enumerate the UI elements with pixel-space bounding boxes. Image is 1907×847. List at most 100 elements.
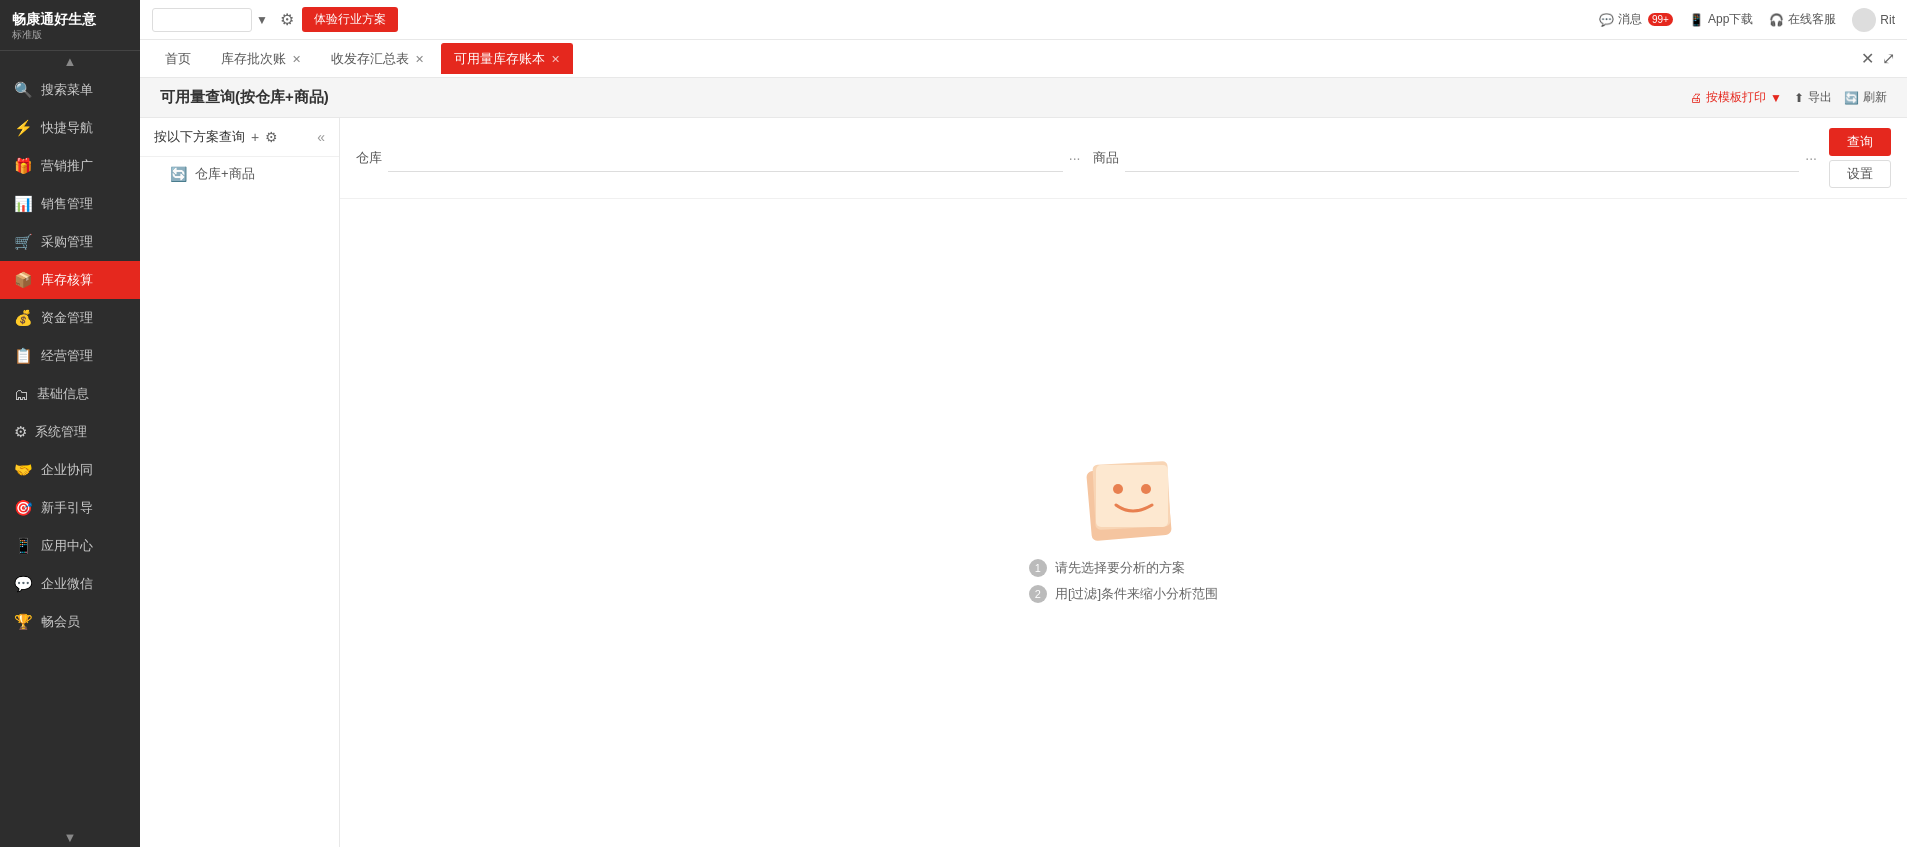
content-area: 按以下方案查询 + ⚙ « 🔄 仓库+商品 仓库 ··· 商品 [140, 118, 1907, 847]
purchase-icon: 🛒 [14, 233, 33, 251]
svg-point-3 [1113, 484, 1123, 494]
print-label: 按模板打印 [1706, 89, 1766, 106]
print-template-btn[interactable]: 🖨 按模板打印 ▼ [1690, 89, 1782, 106]
warehouse-goods-icon: 🔄 [170, 166, 187, 182]
sidebar-label-finance: 资金管理 [41, 309, 93, 327]
tab-batch-account-close[interactable]: ✕ [292, 53, 301, 66]
avatar [1852, 8, 1876, 32]
tab-batch-account[interactable]: 库存批次账 ✕ [208, 43, 314, 74]
tabs-bar: 首页 库存批次账 ✕ 收发存汇总表 ✕ 可用量库存账本 ✕ ✕ ⤢ [140, 40, 1907, 78]
query-button[interactable]: 查询 [1829, 128, 1891, 156]
topbar-app-download[interactable]: 📱 App下载 [1689, 11, 1753, 28]
warehouse-input[interactable] [388, 144, 1063, 172]
guide-icon: 🎯 [14, 499, 33, 517]
empty-tip-1: 1 请先选择要分析的方案 [1029, 559, 1218, 577]
topbar-gear-icon[interactable]: ⚙ [280, 10, 294, 29]
filter-bar: 仓库 ··· 商品 ··· 查询 设置 [340, 118, 1907, 199]
finance-icon: 💰 [14, 309, 33, 327]
inventory-icon: 📦 [14, 271, 33, 289]
marketing-icon: 🎁 [14, 157, 33, 175]
app-download-label: App下载 [1708, 11, 1753, 28]
topbar-notification[interactable]: 💬 消息 99+ [1599, 11, 1673, 28]
refresh-btn[interactable]: 🔄 刷新 [1844, 89, 1887, 106]
empty-tips: 1 请先选择要分析的方案 2 用[过滤]条件来缩小分析范围 [1029, 559, 1218, 603]
vip-icon: 🏆 [14, 613, 33, 631]
goods-filter-field: 商品 ··· [1093, 144, 1818, 172]
warehouse-filter-field: 仓库 ··· [356, 144, 1081, 172]
search-icon: 🔍 [14, 81, 33, 99]
sidebar-label-basic: 基础信息 [37, 385, 89, 403]
sidebar-label-quick-nav: 快捷导航 [41, 119, 93, 137]
online-service-label: 在线客服 [1788, 11, 1836, 28]
print-dropdown-icon[interactable]: ▼ [1770, 91, 1782, 105]
filter-header-label: 按以下方案查询 [154, 128, 245, 146]
sidebar-scroll-up[interactable]: ▲ [0, 51, 140, 71]
tab-close-all-icon[interactable]: ✕ [1861, 49, 1874, 68]
sidebar-label-inventory: 库存核算 [41, 271, 93, 289]
page-title: 可用量查询(按仓库+商品) [160, 88, 329, 107]
topbar-dropdown-icon[interactable]: ▼ [256, 13, 268, 27]
sidebar-label-wechat: 企业微信 [41, 575, 93, 593]
sidebar-item-operation[interactable]: 📋 经营管理 [0, 337, 140, 375]
sidebar-item-app-center[interactable]: 📱 应用中心 [0, 527, 140, 565]
sidebar-item-guide[interactable]: 🎯 新手引导 [0, 489, 140, 527]
sidebar-item-wechat[interactable]: 💬 企业微信 [0, 565, 140, 603]
tab-receivable-summary[interactable]: 收发存汇总表 ✕ [318, 43, 437, 74]
tab-receivable-summary-close[interactable]: ✕ [415, 53, 424, 66]
tab-home[interactable]: 首页 [152, 43, 204, 74]
sidebar-item-purchase[interactable]: 🛒 采购管理 [0, 223, 140, 261]
sidebar-item-sales[interactable]: 📊 销售管理 [0, 185, 140, 223]
refresh-label: 刷新 [1863, 89, 1887, 106]
settings-button[interactable]: 设置 [1829, 160, 1891, 188]
user-name: Rit [1880, 13, 1895, 27]
tab-available-ledger-close[interactable]: ✕ [551, 53, 560, 66]
sidebar-item-inventory[interactable]: 📦 库存核算 [0, 261, 140, 299]
goods-more-icon[interactable]: ··· [1805, 150, 1817, 166]
filter-add-icon[interactable]: + [251, 129, 259, 145]
sidebar-label-marketing: 营销推广 [41, 157, 93, 175]
sidebar-label-search: 搜索菜单 [41, 81, 93, 99]
notification-label: 消息 [1618, 11, 1642, 28]
tab-available-ledger-label: 可用量库存账本 [454, 50, 545, 68]
page-header-right: 🖨 按模板打印 ▼ ⬆ 导出 🔄 刷新 [1690, 89, 1887, 106]
trial-button[interactable]: 体验行业方案 [302, 7, 398, 32]
topbar-search: ▼ [152, 8, 268, 32]
filter-settings-icon[interactable]: ⚙ [265, 129, 278, 145]
online-service-icon: 🎧 [1769, 13, 1784, 27]
export-label: 导出 [1808, 89, 1832, 106]
filter-item-warehouse-goods[interactable]: 🔄 仓库+商品 [140, 157, 339, 191]
enterprise-icon: 🤝 [14, 461, 33, 479]
quick-nav-icon: ⚡ [14, 119, 33, 137]
app-download-icon: 📱 [1689, 13, 1704, 27]
sidebar-item-basic[interactable]: 🗂 基础信息 [0, 375, 140, 413]
filter-collapse-icon[interactable]: « [317, 129, 325, 145]
sidebar-item-search[interactable]: 🔍 搜索菜单 [0, 71, 140, 109]
right-main: 仓库 ··· 商品 ··· 查询 设置 [340, 118, 1907, 847]
topbar-online-service[interactable]: 🎧 在线客服 [1769, 11, 1836, 28]
topbar-search-input[interactable] [152, 8, 252, 32]
tip1-num: 1 [1029, 559, 1047, 577]
topbar-user[interactable]: Rit [1852, 8, 1895, 32]
sidebar-label-enterprise: 企业协同 [41, 461, 93, 479]
tab-available-ledger[interactable]: 可用量库存账本 ✕ [441, 43, 573, 74]
sidebar-item-finance[interactable]: 💰 资金管理 [0, 299, 140, 337]
sidebar-label-app-center: 应用中心 [41, 537, 93, 555]
sidebar-item-quick-nav[interactable]: ⚡ 快捷导航 [0, 109, 140, 147]
svg-point-4 [1141, 484, 1151, 494]
sidebar-item-marketing[interactable]: 🎁 营销推广 [0, 147, 140, 185]
sidebar-scroll-down[interactable]: ▼ [0, 827, 140, 847]
sidebar-item-enterprise[interactable]: 🤝 企业协同 [0, 451, 140, 489]
sidebar-item-vip[interactable]: 🏆 畅会员 [0, 603, 140, 641]
goods-input[interactable] [1125, 144, 1800, 172]
sidebar-label-purchase: 采购管理 [41, 233, 93, 251]
sidebar-item-system[interactable]: ⚙ 系统管理 [0, 413, 140, 451]
sidebar-label-sales: 销售管理 [41, 195, 93, 213]
print-icon: 🖨 [1690, 91, 1702, 105]
page-header: 可用量查询(按仓库+商品) 🖨 按模板打印 ▼ ⬆ 导出 🔄 刷新 [140, 78, 1907, 118]
export-btn[interactable]: ⬆ 导出 [1794, 89, 1832, 106]
notification-icon: 💬 [1599, 13, 1614, 27]
warehouse-more-icon[interactable]: ··· [1069, 150, 1081, 166]
sidebar-label-vip: 畅会员 [41, 613, 80, 631]
sidebar-logo: 畅康通好生意 标准版 [0, 0, 140, 51]
tab-expand-icon[interactable]: ⤢ [1882, 49, 1895, 68]
